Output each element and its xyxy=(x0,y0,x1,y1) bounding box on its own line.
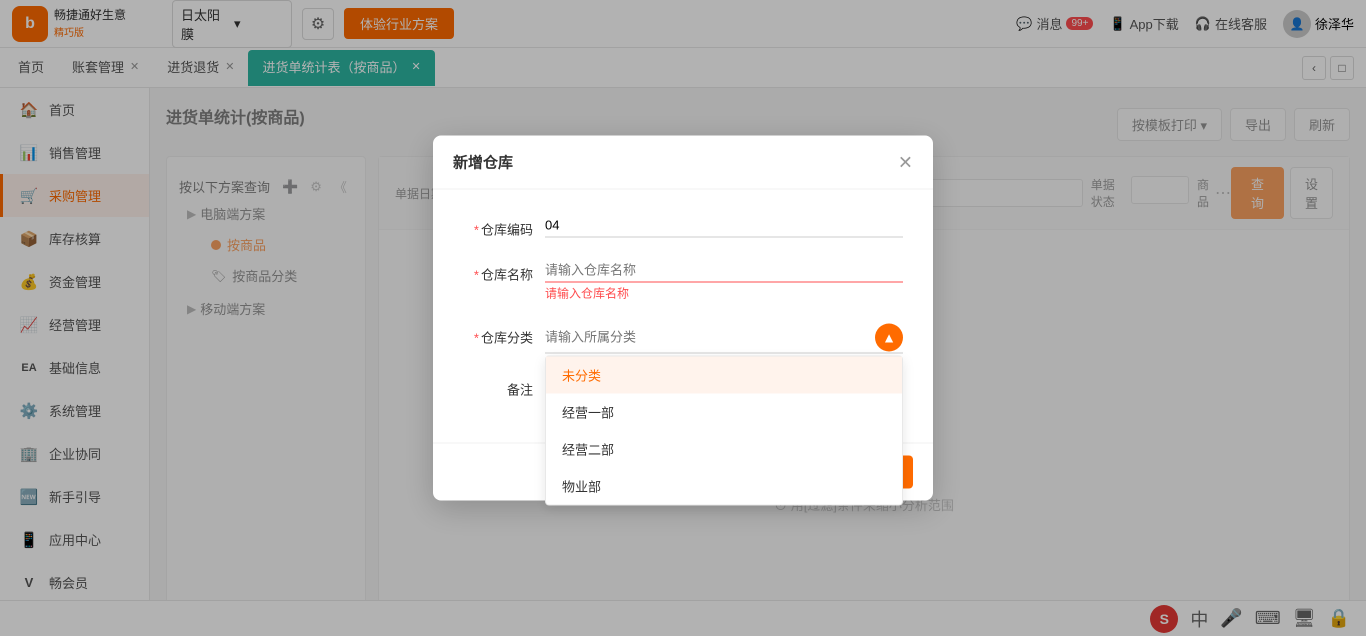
name-input[interactable] xyxy=(545,259,903,283)
code-input[interactable] xyxy=(545,214,903,238)
category-input[interactable] xyxy=(545,322,903,354)
dialog-body: 仓库编码 仓库名称 请输入仓库名称 仓库分类 ▲ 未分类 经营一部 xyxy=(433,190,933,443)
dropdown-item-dept3[interactable]: 物业部 xyxy=(546,468,902,505)
category-row: 仓库分类 ▲ 未分类 经营一部 经营二部 物业部 xyxy=(463,322,903,354)
dialog-title: 新增仓库 xyxy=(453,152,513,173)
note-label: 备注 xyxy=(463,374,533,399)
name-label: 仓库名称 xyxy=(463,259,533,284)
dialog-close-button[interactable]: ✕ xyxy=(898,153,913,171)
category-input-wrap: ▲ 未分类 经营一部 经营二部 物业部 xyxy=(545,322,903,354)
dropdown-item-dept1[interactable]: 经营一部 xyxy=(546,394,902,431)
category-arrow-button[interactable]: ▲ xyxy=(875,324,903,352)
name-row: 仓库名称 请输入仓库名称 xyxy=(463,259,903,302)
add-warehouse-dialog: 新增仓库 ✕ 仓库编码 仓库名称 请输入仓库名称 仓库分类 ▲ xyxy=(433,136,933,501)
category-label: 仓库分类 xyxy=(463,322,533,347)
code-label: 仓库编码 xyxy=(463,214,533,239)
code-row: 仓库编码 xyxy=(463,214,903,239)
dropdown-item-none[interactable]: 未分类 xyxy=(546,357,902,394)
category-dropdown: 未分类 经营一部 经营二部 物业部 xyxy=(545,356,903,506)
dropdown-item-dept2[interactable]: 经营二部 xyxy=(546,431,902,468)
name-error-message: 请输入仓库名称 xyxy=(545,285,903,302)
dialog-header: 新增仓库 ✕ xyxy=(433,136,933,190)
